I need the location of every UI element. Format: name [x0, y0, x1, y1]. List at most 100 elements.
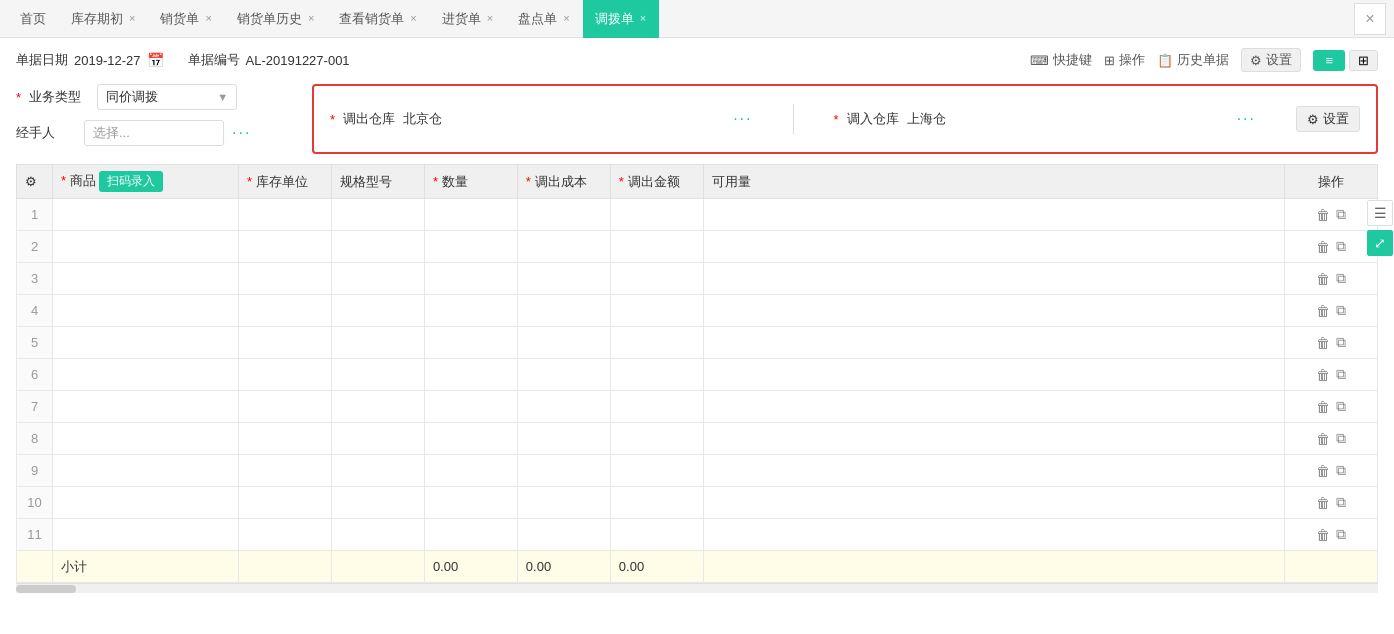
form-section: * 业务类型 同价调拨 ▼ 经手人 选择... ··· * 调出仓库 北京仓	[16, 84, 1378, 154]
sidebar-expand-icon[interactable]: ⤢	[1367, 230, 1393, 256]
row-amount[interactable]	[610, 231, 703, 263]
th-operate: 操作	[1284, 165, 1377, 199]
warehouse-in-value: 上海仓	[907, 110, 946, 128]
tab-purchase-close[interactable]: ×	[487, 13, 493, 24]
operate-label: 操作	[1119, 51, 1145, 69]
tab-transfer-close[interactable]: ×	[640, 13, 646, 24]
tab-sales-history-close[interactable]: ×	[308, 13, 314, 24]
copy-icon[interactable]: ⧉	[1336, 366, 1346, 383]
row-ops: 🗑 ⧉	[1284, 199, 1377, 231]
row-unit[interactable]	[238, 199, 331, 231]
delete-icon[interactable]: 🗑	[1316, 495, 1330, 511]
table-row: 1 🗑 ⧉	[17, 199, 1378, 231]
tab-view-sales[interactable]: 查看销货单 ×	[327, 0, 429, 38]
row-amount[interactable]	[610, 199, 703, 231]
copy-icon[interactable]: ⧉	[1336, 526, 1346, 543]
business-type-req: *	[16, 90, 21, 105]
th-amount: * 调出金额	[610, 165, 703, 199]
gear-icon: ⚙	[1307, 112, 1319, 127]
tab-inventory-init-label: 库存期初	[71, 10, 123, 28]
tab-inventory-init[interactable]: 库存期初 ×	[59, 0, 148, 38]
history-label: 历史单据	[1177, 51, 1229, 69]
delete-icon[interactable]: 🗑	[1316, 431, 1330, 447]
warehouse-out-req: *	[330, 112, 335, 127]
delete-icon[interactable]: 🗑	[1316, 303, 1330, 319]
th-gear[interactable]: ⚙	[17, 165, 53, 199]
date-field: 单据日期 2019-12-27 📅	[16, 51, 164, 69]
tab-sales-order[interactable]: 销货单 ×	[148, 0, 224, 38]
tab-transfer[interactable]: 调拨单 ×	[583, 0, 659, 38]
operate-action[interactable]: ⊞ 操作	[1104, 51, 1145, 69]
tab-sales-order-close[interactable]: ×	[205, 13, 211, 24]
row-product[interactable]	[53, 199, 239, 231]
scrollbar-thumb[interactable]	[16, 585, 76, 593]
settings-button[interactable]: ⚙ 设置	[1241, 48, 1301, 72]
tab-stocktake-close[interactable]: ×	[563, 13, 569, 24]
delete-icon[interactable]: 🗑	[1316, 399, 1330, 415]
right-sidebar: ☰ ⤢	[1366, 200, 1394, 256]
row-available[interactable]	[703, 231, 1284, 263]
tab-purchase-label: 进货单	[442, 10, 481, 28]
person-more-btn[interactable]: ···	[232, 124, 251, 142]
row-available[interactable]	[703, 199, 1284, 231]
table-row: 2 🗑⧉	[17, 231, 1378, 263]
th-cost: * 调出成本	[517, 165, 610, 199]
warehouse-divider	[793, 104, 794, 134]
tab-purchase[interactable]: 进货单 ×	[430, 0, 506, 38]
delete-icon[interactable]: 🗑	[1316, 271, 1330, 287]
tab-home[interactable]: 首页	[8, 0, 59, 38]
delete-icon[interactable]: 🗑	[1316, 335, 1330, 351]
copy-icon[interactable]: ⧉	[1336, 302, 1346, 319]
warehouse-out-more-btn[interactable]: ···	[733, 110, 752, 128]
delete-icon[interactable]: 🗑	[1316, 239, 1330, 255]
tab-sales-history[interactable]: 销货单历史 ×	[225, 0, 327, 38]
copy-icon[interactable]: ⧉	[1336, 206, 1346, 223]
tab-view-sales-close[interactable]: ×	[410, 13, 416, 24]
copy-icon[interactable]: ⧉	[1336, 398, 1346, 415]
row-quantity[interactable]	[424, 231, 517, 263]
number-field: 单据编号 AL-20191227-001	[188, 51, 350, 69]
op-icons: 🗑 ⧉	[1293, 206, 1369, 223]
row-unit[interactable]	[238, 231, 331, 263]
copy-icon[interactable]: ⧉	[1336, 430, 1346, 447]
warehouse-settings-btn[interactable]: ⚙ 设置	[1296, 106, 1360, 132]
row-spec[interactable]	[331, 231, 424, 263]
view-toggle-list[interactable]: ≡	[1313, 50, 1345, 71]
horizontal-scrollbar[interactable]	[16, 583, 1378, 593]
delete-icon[interactable]: 🗑	[1316, 527, 1330, 543]
view-toggle-grid[interactable]: ⊞	[1349, 50, 1378, 71]
warehouse-in-more-btn[interactable]: ···	[1237, 110, 1256, 128]
row-quantity[interactable]	[424, 199, 517, 231]
row-cost[interactable]	[517, 231, 610, 263]
shortcut-action[interactable]: ⌨ 快捷键	[1030, 51, 1092, 69]
scan-button[interactable]: 扫码录入	[99, 171, 163, 192]
copy-icon[interactable]: ⧉	[1336, 238, 1346, 255]
calendar-icon[interactable]: 📅	[147, 52, 164, 68]
tab-stocktake[interactable]: 盘点单 ×	[506, 0, 582, 38]
copy-icon[interactable]: ⧉	[1336, 334, 1346, 351]
tab-bar-close-btn[interactable]: ×	[1354, 3, 1386, 35]
row-product[interactable]	[53, 231, 239, 263]
copy-icon[interactable]: ⧉	[1336, 494, 1346, 511]
row-cost[interactable]	[517, 199, 610, 231]
subtotal-row: 小计 0.00 0.00 0.00	[17, 551, 1378, 583]
th-amount-label: 调出金额	[628, 174, 680, 189]
tab-inventory-init-close[interactable]: ×	[129, 13, 135, 24]
history-action[interactable]: 📋 历史单据	[1157, 51, 1229, 69]
th-unit-label: 库存单位	[256, 174, 308, 189]
copy-icon[interactable]: ⧉	[1336, 270, 1346, 287]
business-type-select[interactable]: 同价调拨 ▼	[97, 84, 237, 110]
delete-icon[interactable]: 🗑	[1316, 367, 1330, 383]
delete-icon[interactable]: 🗑	[1316, 207, 1330, 223]
delete-icon[interactable]: 🗑	[1316, 463, 1330, 479]
table-row: 11 🗑⧉	[17, 519, 1378, 551]
settings-text: 设置	[1323, 110, 1349, 128]
th-operate-label: 操作	[1318, 174, 1344, 189]
sidebar-list-icon[interactable]: ☰	[1367, 200, 1393, 226]
history-icon: 📋	[1157, 53, 1173, 68]
th-available-label: 可用量	[712, 174, 751, 189]
row-spec[interactable]	[331, 199, 424, 231]
table-row: 5 🗑⧉	[17, 327, 1378, 359]
person-select[interactable]: 选择...	[84, 120, 224, 146]
copy-icon[interactable]: ⧉	[1336, 462, 1346, 479]
